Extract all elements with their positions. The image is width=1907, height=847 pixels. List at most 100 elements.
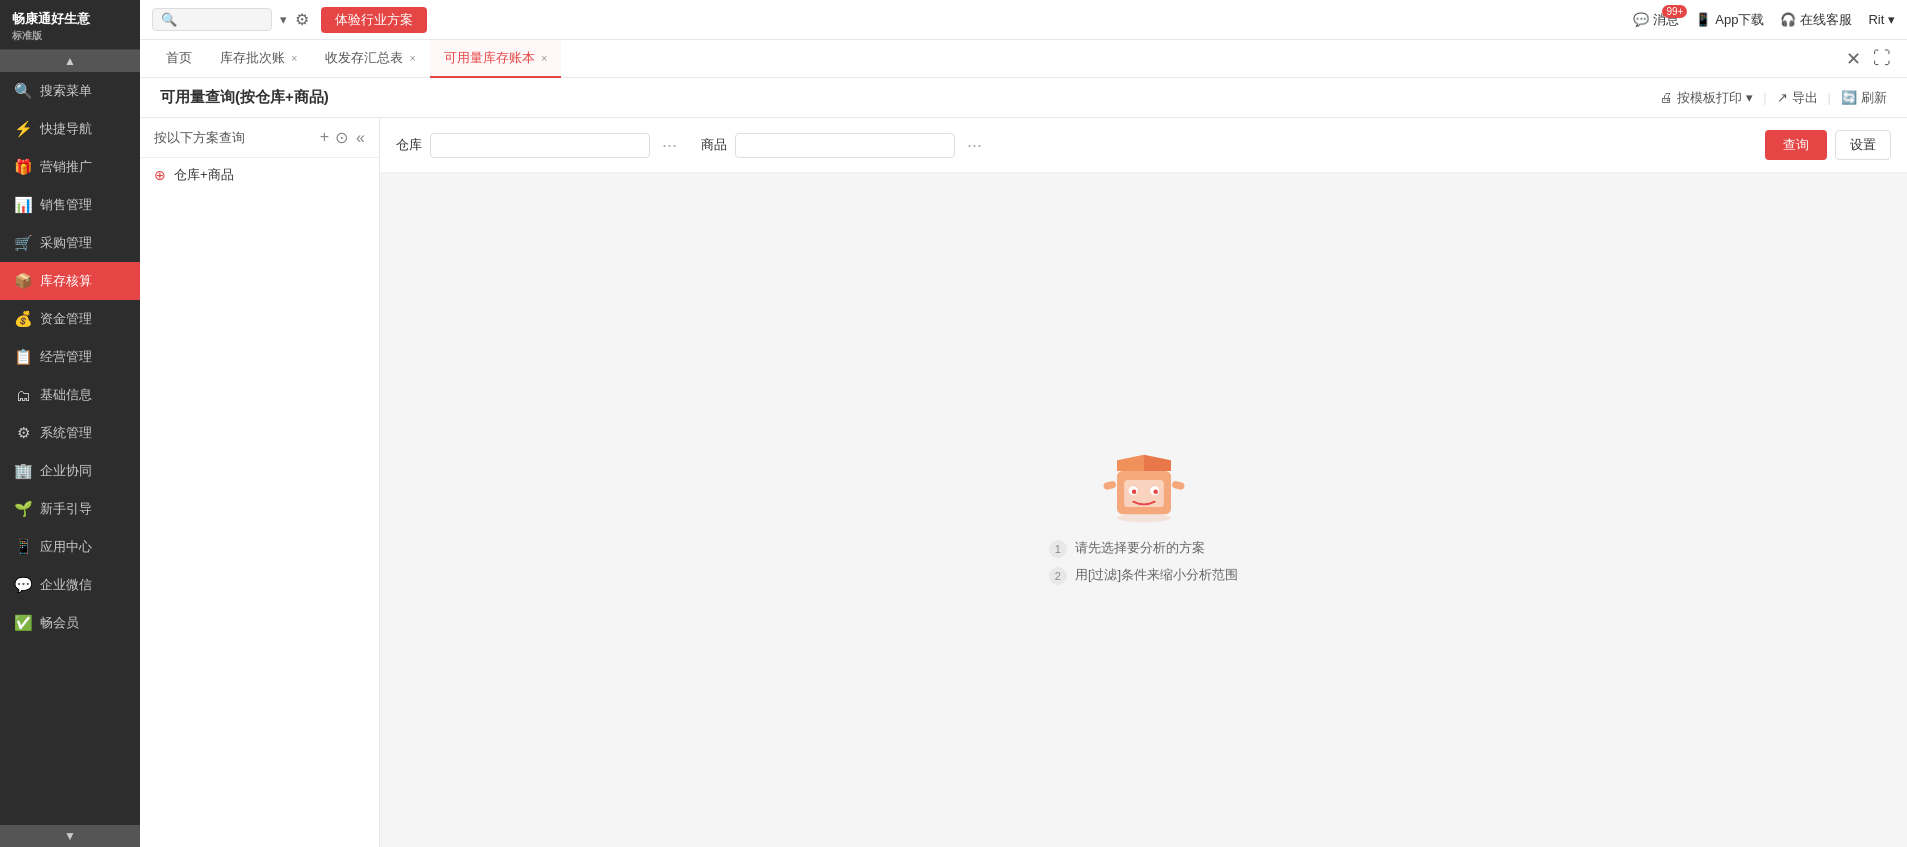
tab-label-home: 首页 [166, 49, 192, 67]
scheme-settings-button[interactable]: ⊙ [335, 128, 348, 147]
sidebar-label-member: 畅会员 [40, 614, 79, 632]
sidebar-item-apps[interactable]: 📱应用中心 [0, 528, 140, 566]
user-menu[interactable]: Rit ▾ [1868, 12, 1895, 27]
collapse-panel-button[interactable]: « [356, 129, 365, 147]
sidebar-label-finance: 资金管理 [40, 310, 92, 328]
export-button[interactable]: ↗ 导出 [1777, 89, 1818, 107]
empty-state: 1 请先选择要分析的方案 2 用[过滤]条件来缩小分析范围 [380, 173, 1907, 847]
sidebar-item-wechat[interactable]: 💬企业微信 [0, 566, 140, 604]
sidebar-item-marketing[interactable]: 🎁营销推广 [0, 148, 140, 186]
query-bar: 仓库 ··· 商品 ··· 查询 设置 [380, 118, 1907, 173]
sidebar-label-operations: 经营管理 [40, 348, 92, 366]
message-button[interactable]: 💬 消息 99+ [1633, 11, 1679, 29]
sidebar-scroll-down[interactable]: ▼ [0, 825, 140, 847]
sidebar-label-basic: 基础信息 [40, 386, 92, 404]
sidebar-item-system[interactable]: ⚙系统管理 [0, 414, 140, 452]
sidebar-item-purchase[interactable]: 🛒 采购管理 [0, 224, 140, 262]
sidebar-label-newbie: 新手引导 [40, 500, 92, 518]
separator1: | [1763, 90, 1766, 105]
sidebar-label-enterprise: 企业协同 [40, 462, 92, 480]
app-version: 标准版 [12, 29, 128, 43]
warehouse-more-button[interactable]: ··· [658, 135, 681, 156]
page-title: 可用量查询(按仓库+商品) [160, 88, 329, 107]
topbar-right: 💬 消息 99+ 📱 App下载 🎧 在线客服 Rit ▾ [1633, 11, 1895, 29]
export-label: 导出 [1792, 89, 1818, 107]
svg-rect-10 [1171, 480, 1185, 490]
svg-point-8 [1153, 489, 1158, 494]
sidebar-scroll-up[interactable]: ▲ [0, 50, 140, 72]
print-button[interactable]: 🖨 按模板打印 ▾ [1660, 89, 1753, 107]
settings-button[interactable]: 设置 [1835, 130, 1891, 160]
topbar-search-input[interactable] [181, 13, 261, 27]
svg-point-0 [1117, 513, 1171, 522]
app-download-label: App下载 [1715, 11, 1764, 29]
product-input[interactable] [735, 133, 955, 158]
tab-label-summary: 收发存汇总表 [325, 49, 403, 67]
operations-icon: 📋 [14, 348, 32, 366]
product-more-button[interactable]: ··· [963, 135, 986, 156]
product-label: 商品 [701, 136, 727, 154]
sidebar-menu: 🔍搜索菜单⚡快捷导航🎁营销推广📊销售管理 🛒 采购管理 📦库存核算 💰 资金管理 📋 经营管理… [0, 72, 140, 825]
tabs-bar: 首页库存批次账× 收发存汇总表 × 可用量库存账本 × ✕ ⛶ [140, 40, 1907, 78]
basic-icon: 🗂 [14, 387, 32, 404]
search-button[interactable]: 查询 [1765, 130, 1827, 160]
sidebar-item-search[interactable]: 🔍搜索菜单 [0, 72, 140, 110]
online-service-button[interactable]: 🎧 在线客服 [1780, 11, 1852, 29]
refresh-button[interactable]: 🔄 刷新 [1841, 89, 1887, 107]
page-header: 可用量查询(按仓库+商品) 🖨 按模板打印 ▾ | ↗ 导出 | 🔄 刷新 [140, 78, 1907, 118]
app-download-button[interactable]: 📱 App下载 [1695, 11, 1764, 29]
close-tab-button[interactable]: ✕ [1842, 48, 1865, 70]
tab-close-summary[interactable]: × [409, 52, 415, 64]
search-icon: 🔍 [14, 82, 32, 100]
sidebar-item-basic[interactable]: 🗂 基础信息 [0, 376, 140, 414]
gear-icon[interactable]: ⚙ [295, 10, 309, 29]
tab-close-batch[interactable]: × [291, 52, 297, 64]
print-label: 按模板打印 [1677, 89, 1742, 107]
sidebar: 畅康通好生意 标准版 ▲ 🔍搜索菜单⚡快捷导航🎁营销推广📊销售管理🛒采购管理📦库… [0, 0, 140, 847]
sidebar-label-system: 系统管理 [40, 424, 92, 442]
sidebar-item-enterprise[interactable]: 🏢企业协同 [0, 452, 140, 490]
tab-available[interactable]: 可用量库存账本 × [430, 40, 561, 78]
print-dropdown-icon[interactable]: ▾ [1746, 90, 1753, 105]
sales-icon: 📊 [14, 196, 32, 214]
sidebar-item-quick[interactable]: ⚡快捷导航 [0, 110, 140, 148]
filter-icons: + ⊙ [320, 128, 348, 147]
sidebar-item-inventory[interactable]: 📦库存核算 [0, 262, 140, 300]
tip-num-2: 2 [1049, 567, 1067, 585]
tab-label-available: 可用量库存账本 [444, 49, 535, 67]
tab-summary[interactable]: 收发存汇总表 × [311, 40, 429, 78]
content-area: 按以下方案查询 + ⊙ « ⊕仓库+商品 仓库 ··· 商品 [140, 118, 1907, 847]
tab-close-available[interactable]: × [541, 52, 547, 64]
query-buttons: 查询 设置 [1765, 130, 1891, 160]
message-icon: 💬 [1633, 12, 1649, 27]
sidebar-item-sales[interactable]: 📊销售管理 [0, 186, 140, 224]
sidebar-item-operations[interactable]: 📋 经营管理 [0, 338, 140, 376]
headset-icon: 🎧 [1780, 12, 1796, 27]
tab-batch[interactable]: 库存批次账× [206, 40, 311, 78]
filter-items-list: ⊕仓库+商品 [140, 158, 379, 192]
query-area: 仓库 ··· 商品 ··· 查询 设置 [380, 118, 1907, 847]
dropdown-icon[interactable]: ▾ [280, 12, 287, 27]
add-scheme-button[interactable]: + [320, 128, 329, 147]
topbar: 🔍 ▾ ⚙ 体验行业方案 💬 消息 99+ 📱 App下载 🎧 在线客服 Rit… [140, 0, 1907, 40]
trial-button[interactable]: 体验行业方案 [321, 7, 427, 33]
warehouse-input[interactable] [430, 133, 650, 158]
sidebar-item-member[interactable]: ✅畅会员 [0, 604, 140, 642]
filter-item-label: 仓库+商品 [174, 166, 234, 184]
newbie-icon: 🌱 [14, 500, 32, 518]
sidebar-item-newbie[interactable]: 🌱 新手引导 [0, 490, 140, 528]
filter-item-仓库+商品[interactable]: ⊕仓库+商品 [140, 158, 379, 192]
sidebar-label-apps: 应用中心 [40, 538, 92, 556]
purchase-icon: 🛒 [14, 234, 32, 252]
svg-rect-9 [1102, 480, 1116, 490]
maximize-button[interactable]: ⛶ [1869, 48, 1895, 69]
sidebar-label-wechat: 企业微信 [40, 576, 92, 594]
robot-svg [1099, 435, 1189, 525]
finance-icon: 💰 [14, 310, 32, 328]
topbar-search-box[interactable]: 🔍 [152, 8, 272, 31]
product-field: 商品 ··· [701, 133, 986, 158]
sidebar-item-finance[interactable]: 💰 资金管理 [0, 300, 140, 338]
tab-home[interactable]: 首页 [152, 40, 206, 78]
sidebar-label-marketing: 营销推广 [40, 158, 92, 176]
sidebar-label-purchase: 采购管理 [40, 234, 92, 252]
